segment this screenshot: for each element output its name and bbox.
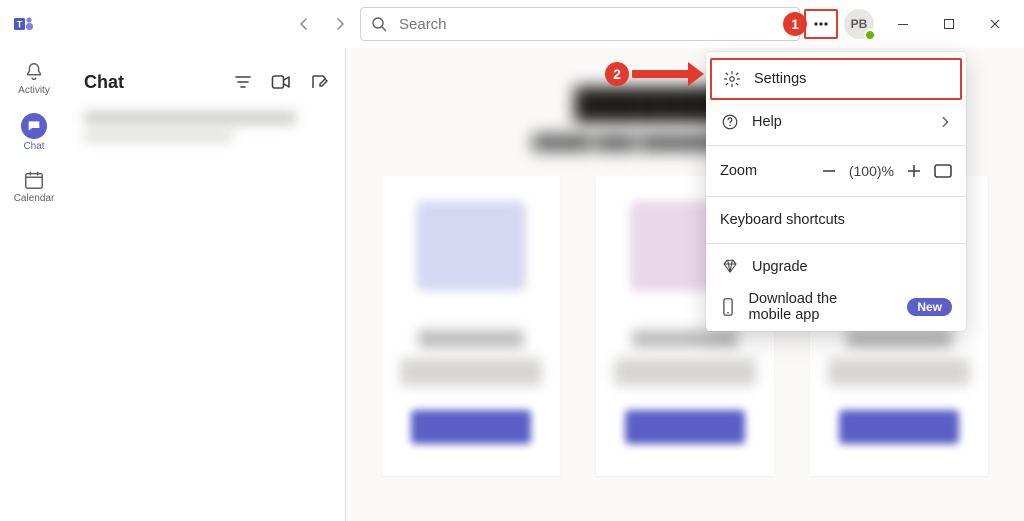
annotation-arrow-icon bbox=[632, 70, 690, 78]
nav-back-button[interactable] bbox=[288, 8, 320, 40]
menu-item-help[interactable]: Help bbox=[706, 102, 966, 142]
chat-list-panel: Chat bbox=[68, 48, 346, 521]
welcome-card[interactable] bbox=[382, 176, 560, 476]
title-bar: T PB bbox=[0, 0, 1024, 48]
search-input[interactable] bbox=[397, 15, 789, 34]
menu-label: Download the mobile app bbox=[748, 291, 883, 323]
nav-forward-button[interactable] bbox=[324, 8, 356, 40]
zoom-out-button[interactable] bbox=[821, 163, 837, 179]
meet-now-button[interactable] bbox=[267, 68, 295, 96]
more-options-menu: Settings Help Zoom (100)% Keyboard short bbox=[706, 52, 966, 331]
diamond-icon bbox=[720, 258, 740, 276]
chat-list-item[interactable] bbox=[84, 112, 333, 170]
card-action-button[interactable] bbox=[411, 410, 531, 444]
left-rail: Activity Chat Calendar bbox=[0, 48, 68, 521]
filter-button[interactable] bbox=[229, 68, 257, 96]
window-controls bbox=[880, 8, 1018, 40]
annotation-step-2: 2 bbox=[605, 62, 629, 86]
card-action-button[interactable] bbox=[625, 410, 745, 444]
rail-label: Activity bbox=[18, 85, 50, 96]
rail-calendar[interactable]: Calendar bbox=[4, 160, 64, 212]
zoom-label: Zoom bbox=[720, 163, 757, 179]
zoom-in-button[interactable] bbox=[906, 163, 922, 179]
search-icon bbox=[371, 16, 387, 32]
avatar-initials: PB bbox=[851, 17, 868, 31]
menu-label: Upgrade bbox=[752, 259, 808, 275]
mobile-icon bbox=[720, 298, 736, 316]
card-action-button[interactable] bbox=[839, 410, 959, 444]
more-options-button[interactable] bbox=[804, 9, 838, 39]
search-box[interactable] bbox=[360, 7, 800, 41]
rail-chat[interactable]: Chat bbox=[4, 106, 64, 158]
window-close-button[interactable] bbox=[972, 8, 1018, 40]
bell-icon bbox=[23, 61, 45, 83]
menu-separator bbox=[706, 243, 966, 244]
svg-text:T: T bbox=[17, 19, 23, 29]
menu-item-zoom: Zoom (100)% bbox=[706, 149, 966, 193]
menu-label: Settings bbox=[754, 71, 806, 87]
history-nav bbox=[288, 8, 356, 40]
chat-list-header: Chat bbox=[84, 60, 333, 104]
new-chat-button[interactable] bbox=[305, 68, 333, 96]
calendar-icon bbox=[23, 169, 45, 191]
chat-title: Chat bbox=[84, 72, 219, 93]
avatar[interactable]: PB bbox=[844, 9, 874, 39]
fullscreen-button[interactable] bbox=[934, 164, 952, 178]
rail-label: Chat bbox=[23, 141, 44, 152]
annotation-step-1: 1 bbox=[783, 12, 807, 36]
menu-item-download-mobile[interactable]: Download the mobile app New bbox=[706, 287, 966, 327]
teams-app-icon: T bbox=[8, 8, 40, 40]
help-icon bbox=[720, 113, 740, 131]
chevron-right-icon bbox=[938, 115, 952, 129]
presence-indicator-icon bbox=[864, 29, 876, 41]
new-badge: New bbox=[907, 298, 952, 316]
menu-label: Help bbox=[752, 114, 782, 130]
rail-activity[interactable]: Activity bbox=[4, 52, 64, 104]
zoom-percent: (100)% bbox=[849, 163, 894, 179]
menu-label: Keyboard shortcuts bbox=[720, 212, 845, 228]
gear-icon bbox=[722, 70, 742, 88]
menu-separator bbox=[706, 196, 966, 197]
menu-item-upgrade[interactable]: Upgrade bbox=[706, 247, 966, 287]
menu-item-settings[interactable]: Settings bbox=[710, 58, 962, 100]
window-minimize-button[interactable] bbox=[880, 8, 926, 40]
chat-icon bbox=[21, 113, 47, 139]
menu-item-keyboard-shortcuts[interactable]: Keyboard shortcuts bbox=[706, 200, 966, 240]
window-maximize-button[interactable] bbox=[926, 8, 972, 40]
menu-separator bbox=[706, 145, 966, 146]
rail-label: Calendar bbox=[14, 193, 55, 204]
